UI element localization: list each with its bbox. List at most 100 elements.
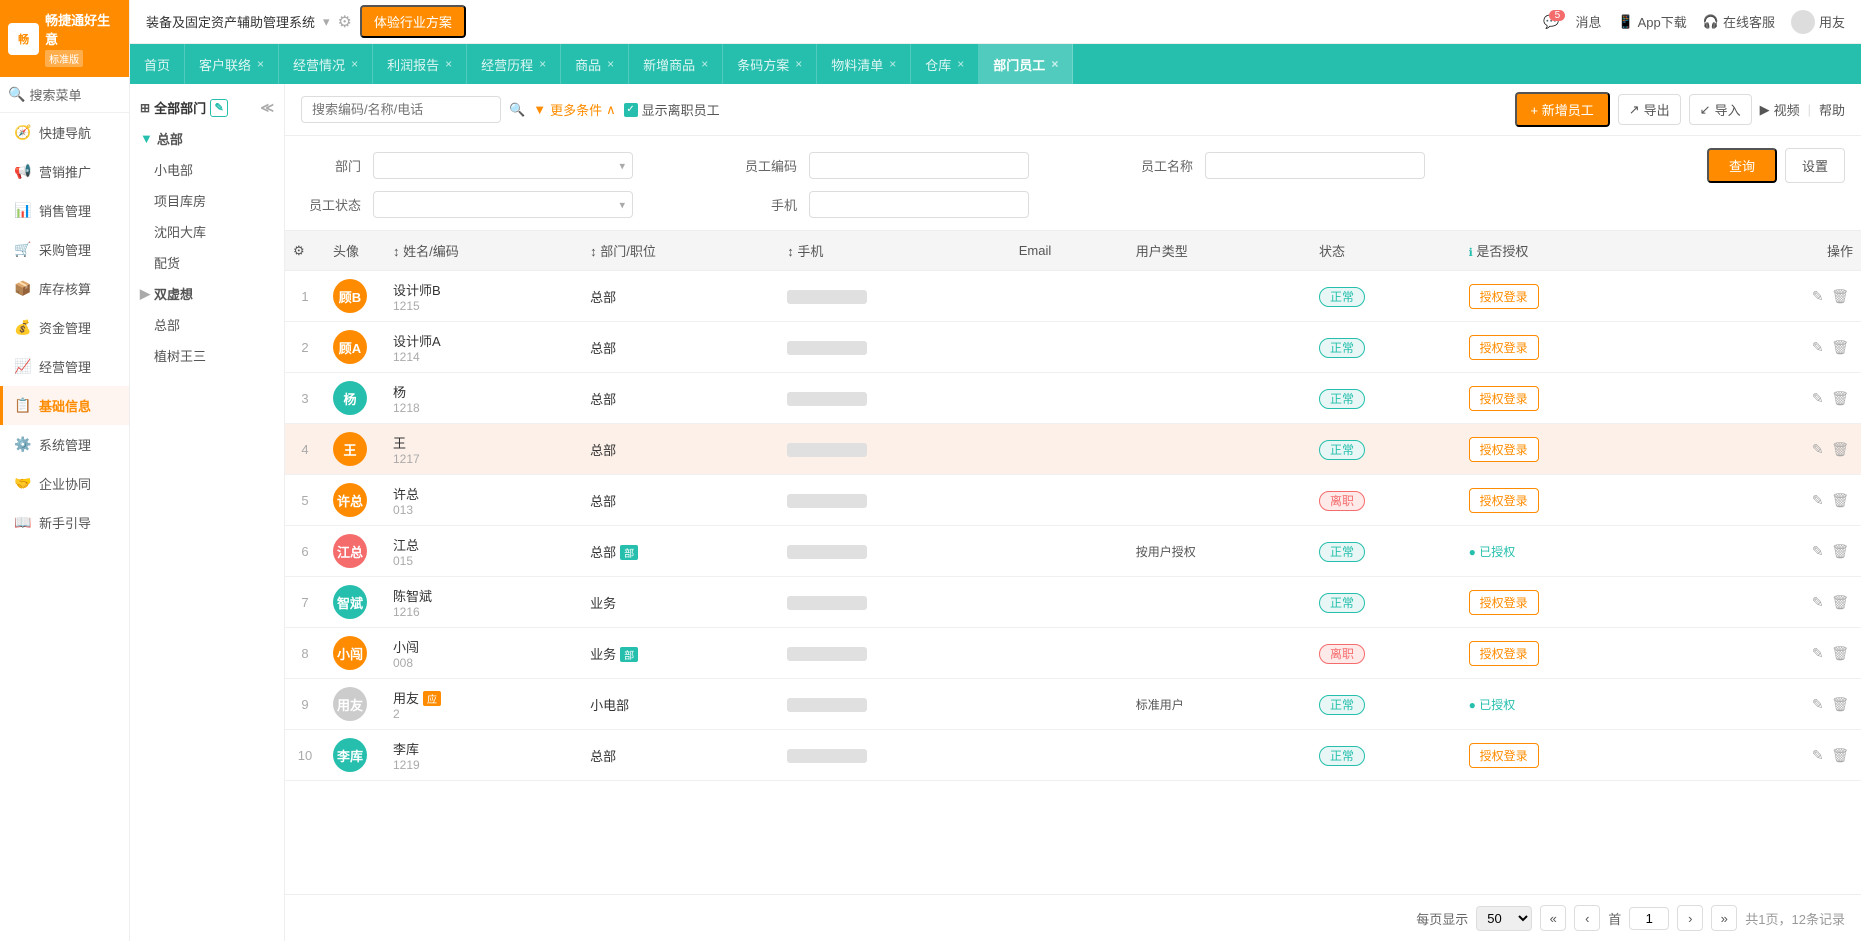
- sidebar-item-quick-nav[interactable]: 🧭 快捷导航: [0, 113, 129, 152]
- dept-item-shuangxuxiang[interactable]: ▶ 双虚想: [130, 278, 284, 309]
- show-resigned-toggle[interactable]: 显示离职员工: [624, 100, 720, 119]
- import-button[interactable]: ↙ 导入: [1689, 94, 1752, 125]
- app-download-btn[interactable]: 📱 App下载: [1617, 12, 1686, 31]
- prev-page-btn[interactable]: ‹: [1574, 905, 1600, 931]
- tab-customer-close[interactable]: ×: [257, 57, 264, 71]
- edit-icon[interactable]: ✎: [1812, 441, 1824, 457]
- dropdown-icon[interactable]: ▾: [323, 14, 330, 30]
- sidebar-item-system[interactable]: ⚙️ 系统管理: [0, 425, 129, 464]
- tab-operation-close[interactable]: ×: [351, 57, 358, 71]
- tab-home[interactable]: 首页: [130, 44, 185, 84]
- delete-icon[interactable]: 🗑: [1831, 441, 1849, 457]
- col-name[interactable]: ↕ 姓名/编码: [385, 231, 582, 271]
- delete-icon[interactable]: 🗑: [1831, 747, 1849, 763]
- col-phone[interactable]: ↕ 手机: [779, 231, 1011, 271]
- search-icon[interactable]: 🔍: [509, 102, 525, 118]
- add-employee-button[interactable]: + 新增员工: [1515, 92, 1610, 127]
- col-dept[interactable]: ↕ 部门/职位: [582, 231, 779, 271]
- delete-icon[interactable]: 🗑: [1831, 594, 1849, 610]
- edit-icon[interactable]: ✎: [1812, 747, 1824, 763]
- dept-item-xiaodibu[interactable]: 小电部: [130, 154, 284, 185]
- dept-collapse-icon[interactable]: ≪: [260, 100, 274, 116]
- edit-icon[interactable]: ✎: [1812, 645, 1824, 661]
- emp-code-input[interactable]: [809, 152, 1029, 179]
- tab-journey[interactable]: 经营历程 ×: [467, 44, 561, 84]
- tab-employee[interactable]: 部门员工 ×: [979, 44, 1073, 84]
- sidebar-item-sales[interactable]: 📊 销售管理: [0, 191, 129, 230]
- sidebar-search[interactable]: 🔍 搜索菜单: [0, 77, 129, 113]
- auth-btn[interactable]: 授权登录: [1469, 386, 1539, 411]
- user-avatar-area[interactable]: 用友: [1791, 10, 1845, 34]
- export-button[interactable]: ↗ 导出: [1618, 94, 1681, 125]
- settings-button[interactable]: 设置: [1785, 148, 1845, 183]
- tab-customer[interactable]: 客户联络 ×: [185, 44, 279, 84]
- auth-btn[interactable]: 授权登录: [1469, 488, 1539, 513]
- tab-bom[interactable]: 物料清单 ×: [817, 44, 911, 84]
- tab-bom-close[interactable]: ×: [889, 57, 896, 71]
- edit-icon[interactable]: ✎: [1812, 696, 1824, 712]
- page-number-input[interactable]: [1629, 907, 1669, 930]
- page-size-select[interactable]: 50 100: [1476, 906, 1532, 931]
- tab-goods[interactable]: 商品 ×: [561, 44, 629, 84]
- sidebar-item-purchase[interactable]: 🛒 采购管理: [0, 230, 129, 269]
- delete-icon[interactable]: 🗑: [1831, 543, 1849, 559]
- dept-item-peihuo[interactable]: 配货: [130, 247, 284, 278]
- phone-input[interactable]: [809, 191, 1029, 218]
- message-badge[interactable]: 💬 5: [1543, 14, 1559, 30]
- query-button[interactable]: 查询: [1707, 148, 1777, 183]
- tab-journey-close[interactable]: ×: [539, 57, 546, 71]
- delete-icon[interactable]: 🗑: [1831, 390, 1849, 406]
- edit-icon[interactable]: ✎: [1812, 543, 1824, 559]
- tab-warehouse[interactable]: 仓库 ×: [911, 44, 979, 84]
- next-page-btn[interactable]: ›: [1677, 905, 1703, 931]
- search-input[interactable]: [301, 96, 501, 123]
- more-filter-btn[interactable]: ▼ 更多条件 ∧: [533, 100, 615, 119]
- auth-btn[interactable]: 授权登录: [1469, 437, 1539, 462]
- tab-barcode-close[interactable]: ×: [795, 57, 802, 71]
- dept-item-shenyangdaku[interactable]: 沈阳大库: [130, 216, 284, 247]
- emp-status-select[interactable]: [373, 191, 633, 218]
- tab-employee-close[interactable]: ×: [1051, 57, 1058, 71]
- dept-item-zhishuwangsan[interactable]: 植树王三: [130, 340, 284, 371]
- sidebar-item-basic[interactable]: 📋 基础信息: [0, 386, 129, 425]
- delete-icon[interactable]: 🗑: [1831, 492, 1849, 508]
- sidebar-item-operation[interactable]: 📈 经营管理: [0, 347, 129, 386]
- col-settings[interactable]: ⚙: [285, 231, 325, 271]
- dept-item-xiangmukufang[interactable]: 项目库房: [130, 185, 284, 216]
- tab-goods-close[interactable]: ×: [607, 57, 614, 71]
- auth-btn[interactable]: 授权登录: [1469, 590, 1539, 615]
- tab-profit[interactable]: 利润报告 ×: [373, 44, 467, 84]
- dept-item-zongbu2[interactable]: 总部: [130, 309, 284, 340]
- delete-icon[interactable]: 🗑: [1831, 339, 1849, 355]
- edit-icon[interactable]: ✎: [1812, 390, 1824, 406]
- dept-edit-icon[interactable]: ✎: [210, 99, 228, 117]
- sidebar-item-guide[interactable]: 📖 新手引导: [0, 503, 129, 542]
- delete-icon[interactable]: 🗑: [1831, 645, 1849, 661]
- last-page-btn[interactable]: »: [1711, 905, 1737, 931]
- emp-name-input[interactable]: [1205, 152, 1425, 179]
- view-btn[interactable]: ▶ 视频: [1760, 100, 1800, 119]
- tab-barcode[interactable]: 条码方案 ×: [723, 44, 817, 84]
- tab-new-goods[interactable]: 新增商品 ×: [629, 44, 723, 84]
- online-service-btn[interactable]: 🎧 在线客服: [1703, 12, 1775, 31]
- auth-btn[interactable]: 授权登录: [1469, 335, 1539, 360]
- delete-icon[interactable]: 🗑: [1831, 288, 1849, 304]
- sidebar-item-finance[interactable]: 💰 资金管理: [0, 308, 129, 347]
- edit-icon[interactable]: ✎: [1812, 288, 1824, 304]
- auth-btn[interactable]: 授权登录: [1469, 641, 1539, 666]
- auth-btn[interactable]: 授权登录: [1469, 284, 1539, 309]
- trial-button[interactable]: 体验行业方案: [360, 5, 466, 38]
- tab-operation[interactable]: 经营情况 ×: [279, 44, 373, 84]
- sidebar-item-inventory[interactable]: 📦 库存核算: [0, 269, 129, 308]
- edit-icon[interactable]: ✎: [1812, 339, 1824, 355]
- dept-item-zongbu[interactable]: ▼ 总部: [130, 123, 284, 154]
- first-page-btn[interactable]: «: [1540, 905, 1566, 931]
- auth-btn[interactable]: 授权登录: [1469, 743, 1539, 768]
- tab-profit-close[interactable]: ×: [445, 57, 452, 71]
- sidebar-item-marketing[interactable]: 📢 营销推广: [0, 152, 129, 191]
- tab-new-goods-close[interactable]: ×: [701, 57, 708, 71]
- delete-icon[interactable]: 🗑: [1831, 696, 1849, 712]
- help-btn[interactable]: 帮助: [1819, 100, 1845, 119]
- edit-icon[interactable]: ✎: [1812, 492, 1824, 508]
- sidebar-item-cooperation[interactable]: 🤝 企业协同: [0, 464, 129, 503]
